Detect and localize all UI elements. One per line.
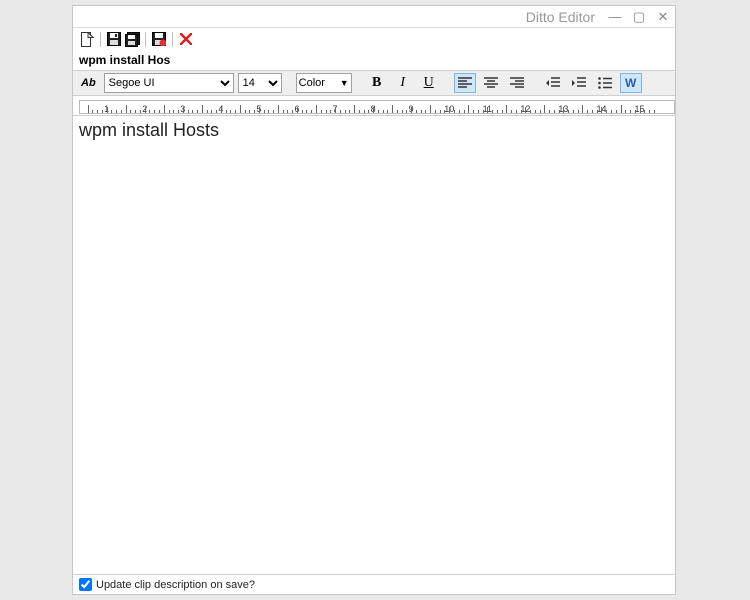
align-left-icon bbox=[458, 77, 472, 89]
save-all-button[interactable] bbox=[124, 31, 140, 47]
color-label: Color bbox=[299, 77, 325, 89]
save-close-button[interactable] bbox=[151, 31, 167, 47]
separator bbox=[172, 32, 173, 47]
font-size-select[interactable]: 14 bbox=[238, 73, 282, 93]
close-button[interactable]: ✕ bbox=[651, 6, 675, 28]
maximize-button[interactable]: ▢ bbox=[627, 6, 651, 28]
ruler[interactable]: 123456789101112131415 bbox=[73, 96, 675, 116]
update-description-label: Update clip description on save? bbox=[96, 579, 255, 591]
align-right-button[interactable] bbox=[506, 73, 528, 93]
minimize-button[interactable]: — bbox=[603, 6, 627, 28]
footer: Update clip description on save? bbox=[73, 574, 675, 594]
align-right-icon bbox=[510, 77, 524, 89]
clip-name-row bbox=[73, 50, 675, 70]
ruler-track: 123456789101112131415 bbox=[79, 100, 675, 114]
close-x-icon bbox=[180, 33, 192, 45]
dropdown-arrow-icon: ▼ bbox=[340, 78, 349, 88]
new-button[interactable] bbox=[79, 31, 95, 47]
separator bbox=[100, 32, 101, 47]
font-family-select[interactable]: Segoe UI bbox=[104, 73, 234, 93]
outdent-icon bbox=[546, 77, 560, 89]
format-toolbar: Ab Segoe UI 14 Color ▼ B I U bbox=[73, 70, 675, 96]
underline-button[interactable]: U bbox=[418, 73, 440, 93]
indent-button[interactable] bbox=[568, 73, 590, 93]
bullet-list-icon bbox=[598, 77, 612, 89]
color-select[interactable]: Color ▼ bbox=[296, 73, 352, 93]
file-toolbar bbox=[73, 28, 675, 50]
font-label-icon: Ab bbox=[77, 77, 100, 89]
close-clip-button[interactable] bbox=[178, 31, 194, 47]
separator bbox=[145, 32, 146, 47]
save-close-icon bbox=[152, 32, 166, 46]
bullet-list-button[interactable] bbox=[594, 73, 616, 93]
indent-icon bbox=[572, 77, 586, 89]
window-title: Ditto Editor bbox=[73, 9, 603, 25]
new-file-icon bbox=[81, 32, 94, 47]
italic-button[interactable]: I bbox=[392, 73, 414, 93]
align-center-icon bbox=[484, 77, 498, 89]
align-center-button[interactable] bbox=[480, 73, 502, 93]
outdent-button[interactable] bbox=[542, 73, 564, 93]
update-description-checkbox[interactable] bbox=[79, 578, 92, 591]
save-all-icon bbox=[125, 32, 140, 47]
clip-name-input[interactable] bbox=[79, 53, 669, 67]
save-button[interactable] bbox=[106, 31, 122, 47]
text-editor[interactable]: wpm install Hosts bbox=[73, 116, 675, 574]
titlebar: Ditto Editor — ▢ ✕ bbox=[73, 6, 675, 28]
word-wrap-button[interactable]: W bbox=[620, 73, 642, 93]
align-left-button[interactable] bbox=[454, 73, 476, 93]
window-controls: — ▢ ✕ bbox=[603, 6, 675, 28]
bold-button[interactable]: B bbox=[366, 73, 388, 93]
save-icon bbox=[107, 32, 121, 46]
editor-window: Ditto Editor — ▢ ✕ Ab Segoe UI bbox=[72, 5, 676, 595]
